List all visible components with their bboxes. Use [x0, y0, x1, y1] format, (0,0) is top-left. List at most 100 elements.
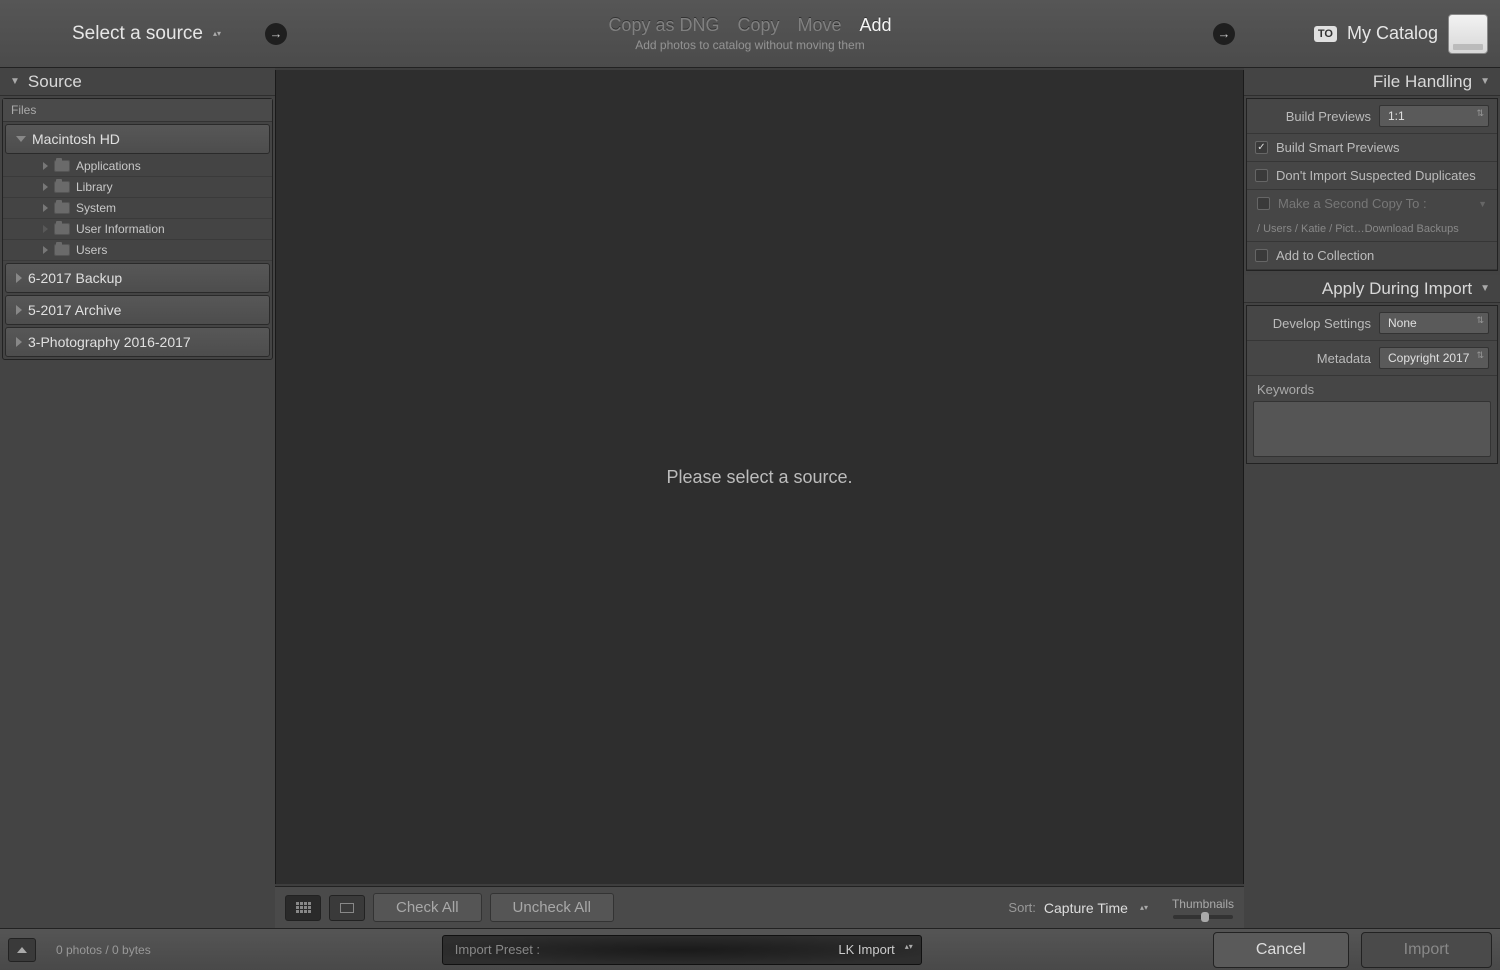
disclosure-down-icon: ▼ [1480, 76, 1490, 87]
chevron-right-icon [16, 273, 22, 283]
import-header: Select a source ▴▾ → Copy as DNG Copy Mo… [0, 0, 1500, 68]
cancel-button[interactable]: Cancel [1213, 932, 1349, 968]
chevron-down-icon[interactable]: ▼ [1478, 199, 1487, 209]
tab-description: Add photos to catalog without moving the… [635, 38, 864, 52]
check-all-button[interactable]: Check All [373, 893, 482, 922]
checkbox-icon[interactable] [1255, 249, 1268, 262]
tab-copy[interactable]: Copy [737, 15, 779, 36]
folder-label: User Information [76, 222, 165, 236]
volume-label: 3-Photography 2016-2017 [28, 334, 191, 350]
build-previews-label: Build Previews [1286, 109, 1371, 124]
tab-move[interactable]: Move [798, 15, 842, 36]
arrow-right-from-icon: → [265, 23, 287, 45]
preview-area: Please select a source. [275, 70, 1244, 884]
develop-settings-label: Develop Settings [1273, 316, 1371, 331]
collapse-panels-button[interactable] [8, 938, 36, 962]
files-header: Files [3, 99, 272, 122]
metadata-row: Metadata Copyright 2017 [1247, 341, 1497, 376]
disclosure-down-icon: ▼ [10, 76, 20, 87]
preview-toolbar: Check All Uncheck All Sort: Capture Time… [275, 886, 1244, 928]
volume-6-2017-backup[interactable]: 6-2017 Backup [5, 263, 270, 293]
source-stepper-icon[interactable]: ▴▾ [213, 31, 221, 36]
drive-icon [1448, 14, 1488, 54]
to-badge: TO [1314, 26, 1337, 42]
tab-copy-as-dng[interactable]: Copy as DNG [608, 15, 719, 36]
folder-label: Applications [76, 159, 141, 173]
apply-during-import-header[interactable]: Apply During Import ▼ [1244, 275, 1500, 303]
import-mode-tabs: Copy as DNG Copy Move Add [608, 15, 891, 36]
develop-settings-row: Develop Settings None [1247, 306, 1497, 341]
folder-icon [54, 160, 70, 172]
volume-label: 6-2017 Backup [28, 270, 122, 286]
status-text: 0 photos / 0 bytes [56, 943, 151, 957]
loupe-icon [340, 903, 354, 913]
folder-icon [54, 244, 70, 256]
build-previews-row: Build Previews 1:1 [1247, 99, 1497, 134]
tab-add[interactable]: Add [860, 15, 892, 36]
chevron-right-icon [43, 225, 48, 233]
second-copy-label: Make a Second Copy To : [1278, 196, 1427, 211]
develop-settings-dropdown[interactable]: None [1379, 312, 1489, 334]
volume-3-photography[interactable]: 3-Photography 2016-2017 [5, 327, 270, 357]
keywords-label: Keywords [1247, 376, 1497, 401]
folder-label: Library [76, 180, 113, 194]
chevron-up-icon [17, 947, 27, 953]
sort-stepper-icon[interactable]: ▴▾ [1140, 905, 1148, 910]
build-previews-dropdown[interactable]: 1:1 [1379, 105, 1489, 127]
sort-value[interactable]: Capture Time [1044, 900, 1128, 916]
folder-library[interactable]: Library [3, 177, 272, 198]
folder-user-information[interactable]: User Information [3, 219, 272, 240]
chevron-down-icon [16, 136, 26, 142]
folder-users[interactable]: Users [3, 240, 272, 261]
duplicates-row[interactable]: Don't Import Suspected Duplicates [1247, 162, 1497, 190]
folder-label: System [76, 201, 116, 215]
keywords-input[interactable] [1253, 401, 1491, 457]
right-panel: File Handling ▼ Build Previews 1:1 ✓ Bui… [1244, 68, 1500, 928]
checkbox-icon[interactable] [1255, 169, 1268, 182]
catalog-label[interactable]: My Catalog [1347, 23, 1438, 44]
source-panel-header[interactable]: ▼ Source [0, 68, 275, 96]
folder-label: Users [76, 243, 107, 257]
smart-previews-row[interactable]: ✓ Build Smart Previews [1247, 134, 1497, 162]
smart-previews-label: Build Smart Previews [1276, 140, 1400, 155]
import-preset-label: Import Preset : [455, 942, 540, 957]
chevron-right-icon [43, 162, 48, 170]
file-handling-title: File Handling [1373, 72, 1472, 92]
bottom-bar: 0 photos / 0 bytes Import Preset : LK Im… [0, 928, 1500, 970]
chevron-right-icon [16, 337, 22, 347]
checkbox-checked-icon[interactable]: ✓ [1255, 141, 1268, 154]
grid-view-button[interactable] [285, 895, 321, 921]
file-handling-header[interactable]: File Handling ▼ [1244, 68, 1500, 96]
import-preset-bar[interactable]: Import Preset : LK Import ▴▾ [442, 935, 922, 965]
folder-system[interactable]: System [3, 198, 272, 219]
second-copy-path: / Users / Katie / Pict…Download Backups [1257, 223, 1459, 235]
second-copy-row[interactable]: Make a Second Copy To : ▼ / Users / Kati… [1247, 190, 1497, 242]
select-source-label[interactable]: Select a source [72, 23, 203, 45]
thumbnail-size-slider[interactable] [1173, 915, 1233, 919]
chevron-right-icon [16, 305, 22, 315]
loupe-view-button[interactable] [329, 895, 365, 921]
chevron-right-icon [43, 183, 48, 191]
folder-icon [54, 202, 70, 214]
add-to-collection-row[interactable]: Add to Collection [1247, 242, 1497, 270]
folder-icon [54, 223, 70, 235]
source-panel-title: Source [28, 72, 82, 92]
thumbnails-label: Thumbnails [1172, 897, 1234, 911]
volume-5-2017-archive[interactable]: 5-2017 Archive [5, 295, 270, 325]
chevron-right-icon [43, 246, 48, 254]
checkbox-icon[interactable] [1257, 197, 1270, 210]
preset-stepper-icon[interactable]: ▴▾ [905, 944, 913, 949]
folder-applications[interactable]: Applications [3, 156, 272, 177]
volume-label: 5-2017 Archive [28, 302, 121, 318]
volume-macintosh-hd[interactable]: Macintosh HD [5, 124, 270, 154]
empty-state-message: Please select a source. [666, 467, 852, 488]
left-panel: ▼ Source Files Macintosh HD Applications [0, 68, 275, 928]
uncheck-all-button[interactable]: Uncheck All [490, 893, 614, 922]
metadata-dropdown[interactable]: Copyright 2017 [1379, 347, 1489, 369]
arrow-right-to-icon: → [1213, 23, 1235, 45]
apply-during-import-title: Apply During Import [1322, 279, 1472, 299]
import-button[interactable]: Import [1361, 932, 1492, 968]
volume-label: Macintosh HD [32, 131, 120, 147]
sort-label: Sort: [1008, 900, 1035, 915]
import-preset-value: LK Import [838, 942, 894, 957]
